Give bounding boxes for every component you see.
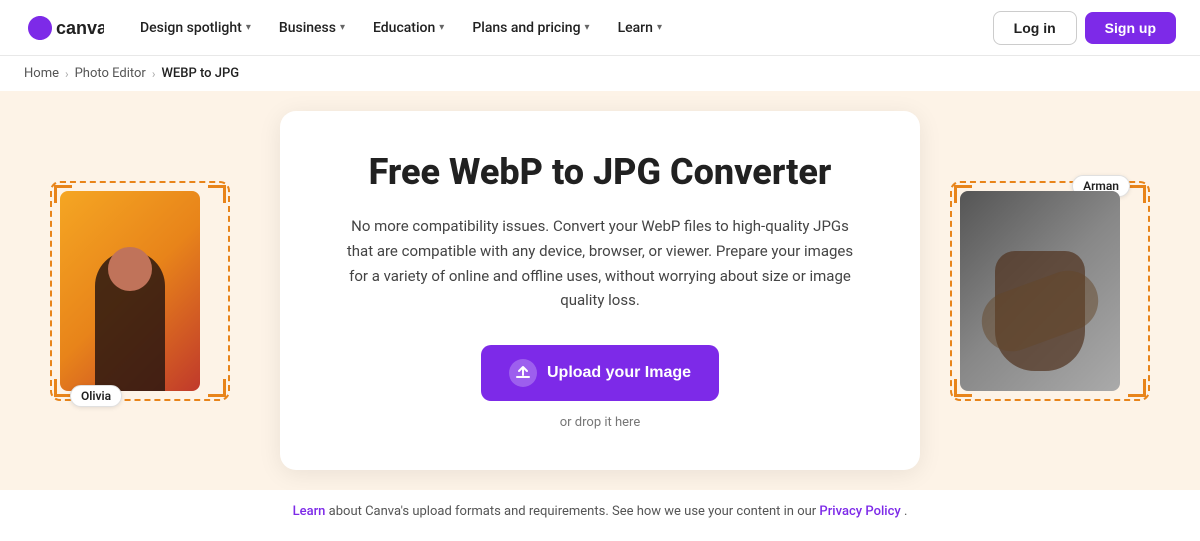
breadcrumb: Home › Photo Editor › WEBP to JPG (0, 56, 1200, 91)
upload-icon (509, 359, 537, 387)
person-photo-right (960, 191, 1120, 391)
login-button[interactable]: Log in (993, 11, 1077, 45)
svg-text:canva: canva (56, 18, 104, 38)
nav-item-education[interactable]: Education ▾ (361, 12, 456, 44)
breadcrumb-current: WEBP to JPG (161, 66, 239, 81)
upload-button[interactable]: Upload your Image (481, 345, 719, 401)
footer-note: Learn about Canva's upload formats and r… (0, 490, 1200, 533)
footer-period: . (904, 504, 907, 519)
hero-image-right: Arman (960, 191, 1140, 391)
nav-item-plans-pricing[interactable]: Plans and pricing ▾ (460, 12, 601, 44)
canva-logo[interactable]: canva (24, 12, 104, 44)
chevron-down-icon: ▾ (585, 22, 590, 33)
nav-items: Design spotlight ▾ Business ▾ Education … (128, 12, 993, 44)
breadcrumb-home[interactable]: Home (24, 66, 59, 81)
navbar: canva Design spotlight ▾ Business ▾ Educ… (0, 0, 1200, 56)
hero-description: No more compatibility issues. Convert yo… (340, 214, 860, 313)
chevron-down-icon: ▾ (340, 22, 345, 33)
nav-right: Log in Sign up (993, 11, 1176, 45)
person-photo-left (60, 191, 200, 391)
nav-item-design-spotlight[interactable]: Design spotlight ▾ (128, 12, 263, 44)
breadcrumb-separator: › (65, 67, 69, 81)
breadcrumb-separator: › (152, 67, 156, 81)
breadcrumb-photo-editor[interactable]: Photo Editor (75, 66, 146, 81)
label-olivia: Olivia (70, 385, 122, 407)
converter-card: Free WebP to JPG Converter No more compa… (280, 111, 920, 470)
hero-section: Olivia Free WebP to JPG Converter No mor… (0, 91, 1200, 490)
chevron-down-icon: ▾ (439, 22, 444, 33)
drop-text: or drop it here (340, 415, 860, 430)
hero-title: Free WebP to JPG Converter (340, 151, 860, 194)
privacy-policy-link[interactable]: Privacy Policy (819, 504, 900, 519)
footer-text-middle: about Canva's upload formats and require… (329, 504, 820, 519)
nav-item-learn[interactable]: Learn ▾ (606, 12, 674, 44)
learn-link[interactable]: Learn (293, 504, 326, 519)
nav-item-business[interactable]: Business ▾ (267, 12, 357, 44)
chevron-down-icon: ▾ (657, 22, 662, 33)
chevron-down-icon: ▾ (246, 22, 251, 33)
hero-image-left: Olivia (60, 191, 220, 391)
signup-button[interactable]: Sign up (1085, 12, 1176, 44)
